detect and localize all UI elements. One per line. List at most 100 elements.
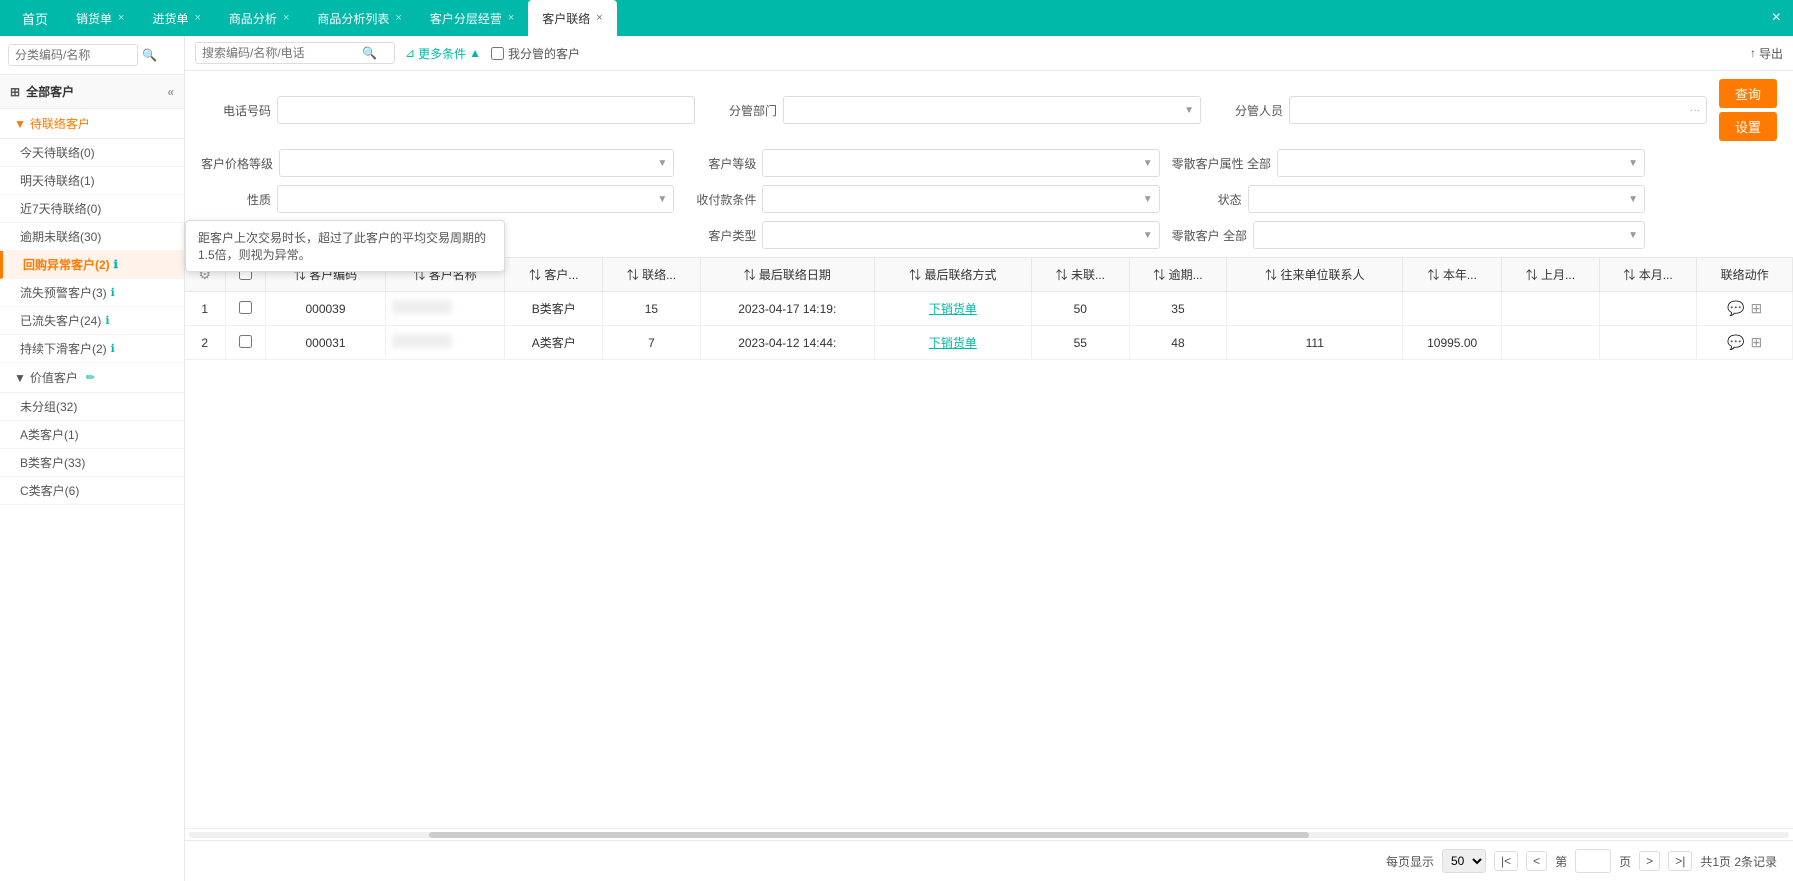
nav-product-analysis[interactable]: 商品分析 × (215, 0, 303, 36)
filter-price-grade-select[interactable]: ▼ (279, 149, 674, 177)
row2-method-link[interactable]: 下销货单 (929, 336, 977, 350)
customers-grid-icon: ⊞ (10, 85, 20, 99)
query-button[interactable]: 查询 (1719, 79, 1777, 108)
nav-home[interactable]: 首页 (8, 0, 62, 36)
last-page-btn[interactable]: >| (1668, 851, 1692, 871)
row1-checkbox[interactable] (239, 301, 252, 314)
my-customer-checkbox-wrap[interactable]: 我分管的客户 (491, 45, 580, 62)
filter-nature-select[interactable]: ▼ (277, 185, 674, 213)
first-page-btn[interactable]: |< (1494, 851, 1518, 871)
sidebar-all-customers-header[interactable]: ⊞ 全部客户 « (0, 75, 184, 109)
col-this-month-header[interactable]: ⇅ 本月... (1599, 258, 1697, 292)
filter-payment-label: 收付款条件 (686, 191, 756, 208)
filter-customer-type-select[interactable]: ▼ (762, 221, 1159, 249)
filter-customer-grade-select[interactable]: ▼ (762, 149, 1159, 177)
row1-last-method[interactable]: 下销货单 (874, 292, 1031, 326)
sidebar-item-unclassified[interactable]: 未分组(32) (0, 393, 184, 421)
col-contacts-header[interactable]: ⇅ 往来单位联系人 (1227, 258, 1403, 292)
sidebar-search-icon[interactable]: 🔍 (142, 48, 157, 62)
row2-checkbox[interactable] (239, 335, 252, 348)
export-button[interactable]: ↑ 导出 (1750, 45, 1783, 62)
filter-dept-label: 分管部门 (707, 102, 777, 119)
info-icon-3: ℹ (105, 314, 109, 327)
col-last-month-header[interactable]: ⇅ 上月... (1502, 258, 1600, 292)
sidebar-item-tomorrow-contact[interactable]: 明天待联络(1) (0, 167, 184, 195)
horizontal-scrollbar[interactable] (185, 828, 1793, 840)
row1-this-month (1599, 292, 1697, 326)
search-icon[interactable]: 🔍 (362, 46, 377, 60)
nav-product-analysis-list-close[interactable]: × (395, 12, 401, 24)
next-page-btn[interactable]: > (1639, 851, 1660, 871)
page-input[interactable]: 1 (1575, 849, 1611, 873)
row1-message-icon[interactable]: 💬 (1727, 300, 1744, 317)
row2-last-method[interactable]: 下销货单 (874, 326, 1031, 360)
my-customer-checkbox[interactable] (491, 47, 504, 60)
col-year-amount-header[interactable]: ⇅ 本年... (1403, 258, 1502, 292)
col-unlocked-header[interactable]: ⇅ 未联... (1031, 258, 1129, 292)
row2-message-icon[interactable]: 💬 (1727, 334, 1744, 351)
filter-person-select[interactable]: ··· (1289, 96, 1707, 124)
scroll-track[interactable] (189, 832, 1789, 838)
sidebar-item-today-contact[interactable]: 今天待联络(0) (0, 139, 184, 167)
row2-year-amount: 10995.00 (1403, 326, 1502, 360)
row1-name (385, 292, 505, 326)
sidebar-group-value-customers[interactable]: ▼ 价值客户 ✏ (0, 363, 184, 393)
filter-retail-attr-select[interactable]: ▼ (1277, 149, 1645, 177)
content-area: 🔍 ⊿ 更多条件 ▲ 我分管的客户 ↑ 导出 电话号码 (185, 36, 1793, 881)
sidebar-group-pending-contact[interactable]: ▼ 待联络客户 (0, 109, 184, 139)
row1-contact-count: 15 (603, 292, 701, 326)
edit-icon[interactable]: ✏ (86, 371, 95, 384)
row2-checkbox-cell[interactable] (225, 326, 266, 360)
search-wrap: 🔍 (195, 42, 395, 64)
filter-dept-select[interactable]: ▼ (783, 96, 1201, 124)
row2-action-icons: 💬 ⊞ (1703, 334, 1786, 351)
row1-checkbox-cell[interactable] (225, 292, 266, 326)
row2-index: 2 (185, 326, 225, 360)
filter-price-grade-field: 客户价格等级 ▼ (201, 149, 674, 177)
filter-phone-input[interactable] (277, 96, 695, 124)
window-close-button[interactable]: × (1772, 9, 1781, 27)
sidebar-item-declining-customers[interactable]: 持续下滑客户(2) ℹ (0, 335, 184, 363)
nav-customer-contact[interactable]: 客户联络 × (528, 0, 616, 36)
prev-page-btn[interactable]: < (1526, 851, 1547, 871)
more-conditions-btn[interactable]: ⊿ 更多条件 ▲ (405, 45, 481, 62)
nav-purchase-order-close[interactable]: × (194, 12, 200, 24)
filter-retail-customer-select[interactable]: ▼ (1253, 221, 1645, 249)
row2-last-month (1502, 326, 1600, 360)
sidebar-item-lost-customers[interactable]: 已流失客户(24) ℹ (0, 307, 184, 335)
filter-status-select[interactable]: ▼ (1248, 185, 1645, 213)
row1-overdue: 35 (1129, 292, 1227, 326)
col-last-date-header[interactable]: ⇅ 最后联络日期 (700, 258, 874, 292)
sidebar-item-loss-warning[interactable]: 流失预警客户(3) ℹ (0, 279, 184, 307)
sidebar-item-repurchase-anomaly[interactable]: 回购异常客户(2) ℹ (0, 251, 184, 279)
sidebar-item-class-b[interactable]: B类客户(33) (0, 449, 184, 477)
nav-purchase-order[interactable]: 进货单 × (138, 0, 214, 36)
col-last-method-header[interactable]: ⇅ 最后联络方式 (874, 258, 1031, 292)
row1-method-link[interactable]: 下销货单 (929, 302, 977, 316)
info-icon-2: ℹ (111, 286, 115, 299)
row2-grid-icon[interactable]: ⊞ (1751, 334, 1763, 351)
nav-sales-order-close[interactable]: × (118, 12, 124, 24)
scroll-thumb[interactable] (429, 832, 1309, 838)
nav-customer-tier[interactable]: 客户分层经营 × (416, 0, 528, 36)
filter-payment-select[interactable]: ▼ (762, 185, 1159, 213)
per-page-select[interactable]: 50 (1442, 849, 1486, 873)
nav-product-analysis-list[interactable]: 商品分析列表 × (303, 0, 415, 36)
nav-customer-contact-close[interactable]: × (596, 12, 602, 24)
sidebar-item-overdue-contact[interactable]: 逾期未联络(30) (0, 223, 184, 251)
row1-grid-icon[interactable]: ⊞ (1751, 300, 1763, 317)
search-input[interactable] (202, 46, 362, 60)
col-contact-count-header[interactable]: ⇅ 联络... (603, 258, 701, 292)
sidebar-item-class-a[interactable]: A类客户(1) (0, 421, 184, 449)
nav-customer-tier-close[interactable]: × (508, 12, 514, 24)
nav-product-analysis-close[interactable]: × (283, 12, 289, 24)
setting-button[interactable]: 设置 (1719, 112, 1777, 141)
sidebar-item-7day-contact[interactable]: 近7天待联络(0) (0, 195, 184, 223)
col-customer-type-header[interactable]: ⇅ 客户... (505, 258, 603, 292)
col-overdue-header[interactable]: ⇅ 逾期... (1129, 258, 1227, 292)
sidebar-item-class-c[interactable]: C类客户(6) (0, 477, 184, 505)
nav-sales-order[interactable]: 销货单 × (62, 0, 138, 36)
sidebar-collapse-icon[interactable]: « (167, 85, 174, 99)
chevron-down-icon-9: ▼ (1628, 194, 1638, 205)
sidebar-search-input[interactable] (8, 44, 138, 66)
